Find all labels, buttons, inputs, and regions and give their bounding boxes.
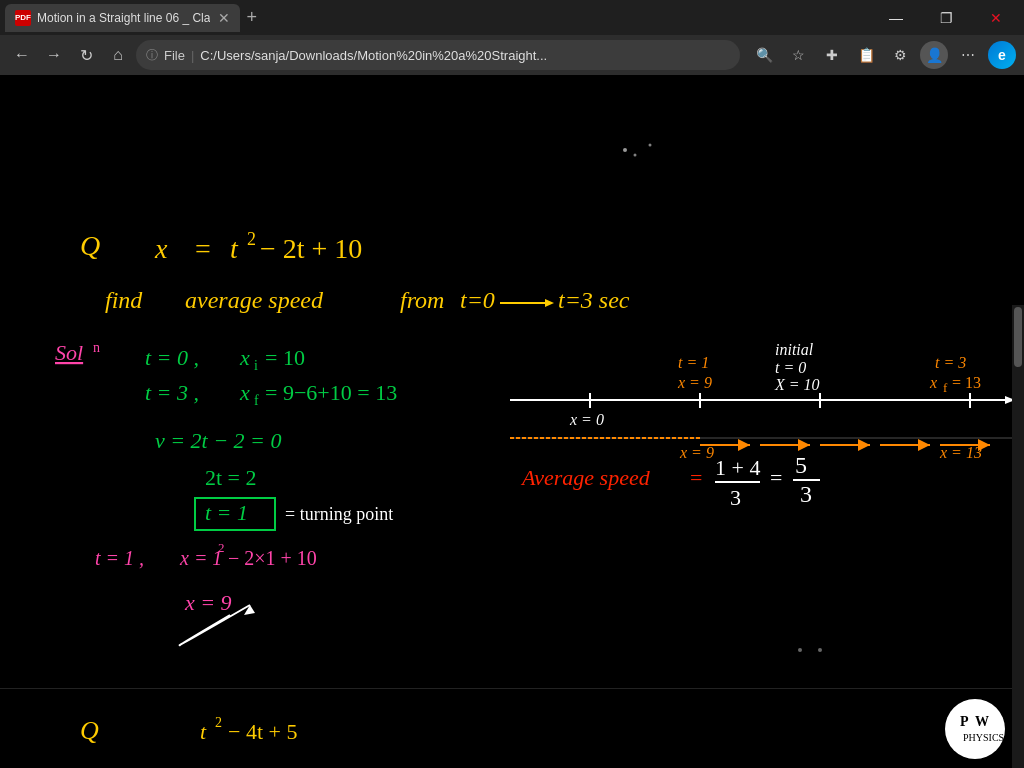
collections-icon[interactable]: ✚: [818, 41, 846, 69]
svg-point-2: [649, 144, 652, 147]
svg-text:f: f: [943, 380, 948, 395]
svg-text:3: 3: [730, 485, 741, 510]
refresh-button[interactable]: ↻: [72, 41, 100, 69]
close-button[interactable]: ✕: [973, 4, 1019, 32]
svg-text:Q: Q: [80, 716, 99, 745]
svg-text:= 10: = 10: [265, 345, 305, 370]
profile-icon[interactable]: 📋: [852, 41, 880, 69]
svg-text:2t = 2: 2t = 2: [205, 465, 257, 490]
file-label: File: [164, 48, 185, 63]
svg-text:2: 2: [215, 715, 222, 730]
back-button[interactable]: ←: [8, 41, 36, 69]
svg-text:= 13: = 13: [952, 374, 981, 391]
svg-text:t: t: [200, 719, 207, 744]
svg-text:t = 1: t = 1: [205, 500, 248, 525]
avatar[interactable]: 👤: [920, 41, 948, 69]
svg-text:i: i: [254, 358, 258, 373]
nav-icons: 🔍 ☆ ✚ 📋 ⚙ 👤 ⋯ e: [750, 41, 1016, 69]
svg-text:Average speed: Average speed: [520, 465, 651, 490]
scrollbar-thumb[interactable]: [1014, 307, 1022, 367]
svg-text:f: f: [254, 393, 259, 408]
question-label: Q: [80, 230, 100, 261]
svg-text:n: n: [93, 340, 100, 355]
svg-text:P: P: [960, 714, 969, 729]
active-tab[interactable]: PDF Motion in a Straight line 06 _ Cla ✕: [5, 4, 240, 32]
svg-point-72: [945, 699, 1005, 759]
tab-bar: PDF Motion in a Straight line 06 _ Cla ✕…: [0, 0, 1024, 35]
svg-point-70: [798, 648, 802, 652]
search-icon[interactable]: 🔍: [750, 41, 778, 69]
svg-text:− 2×1 + 10: − 2×1 + 10: [228, 547, 317, 569]
edge-icon[interactable]: e: [988, 41, 1016, 69]
svg-text:x: x: [239, 380, 250, 405]
separator: |: [191, 48, 194, 63]
svg-text:= 9−6+10 = 13: = 9−6+10 = 13: [265, 380, 397, 405]
content-area: Q x = t 2 − 2t + 10 find average speed f…: [0, 75, 1024, 768]
svg-text:x = 13: x = 13: [939, 444, 982, 461]
svg-text:t = 1 ,: t = 1 ,: [95, 547, 144, 569]
extensions-icon[interactable]: ⚙: [886, 41, 914, 69]
svg-text:− 2t + 10: − 2t + 10: [260, 233, 362, 264]
slide-area: Q x = t 2 − 2t + 10 find average speed f…: [0, 190, 1024, 768]
svg-point-0: [623, 148, 627, 152]
svg-text:find: find: [105, 287, 143, 313]
svg-text:x: x: [154, 233, 168, 264]
svg-text:1 + 4: 1 + 4: [715, 455, 760, 480]
info-icon: ⓘ: [146, 47, 158, 64]
svg-text:average speed: average speed: [185, 287, 324, 313]
svg-text:x = 9: x = 9: [677, 374, 712, 391]
svg-text:x: x: [239, 345, 250, 370]
svg-point-71: [818, 648, 822, 652]
svg-text:2: 2: [218, 540, 225, 555]
new-tab-button[interactable]: +: [246, 7, 257, 28]
svg-text:X = 10: X = 10: [774, 376, 820, 393]
svg-text:=: =: [770, 465, 782, 490]
svg-text:t=3 sec: t=3 sec: [558, 287, 630, 313]
address-bar[interactable]: ⓘ File | C:/Users/sanja/Downloads/Motion…: [136, 40, 740, 70]
maximize-button[interactable]: ❐: [923, 4, 969, 32]
svg-text:x = 9: x = 9: [679, 444, 714, 461]
svg-text:− 4t + 5: − 4t + 5: [228, 719, 297, 744]
svg-text:t = 0 ,: t = 0 ,: [145, 345, 199, 370]
svg-text:=: =: [690, 465, 702, 490]
menu-icon[interactable]: ⋯: [954, 41, 982, 69]
top-strip: [0, 75, 1024, 190]
svg-text:x = 0: x = 0: [569, 411, 604, 428]
svg-text:t = 1: t = 1: [678, 354, 709, 371]
svg-text:x = 9: x = 9: [184, 590, 232, 615]
svg-text:t = 3 ,: t = 3 ,: [145, 380, 199, 405]
svg-text:2: 2: [247, 229, 256, 249]
window-controls: — ❐ ✕: [873, 4, 1019, 32]
tab-favicon: PDF: [15, 10, 31, 26]
svg-text:PHYSICS: PHYSICS: [963, 732, 1004, 743]
svg-text:5: 5: [795, 452, 807, 478]
svg-text:v = 2t − 2 = 0: v = 2t − 2 = 0: [155, 428, 281, 453]
svg-text:t: t: [230, 233, 239, 264]
svg-text:from: from: [400, 287, 444, 313]
tab-title: Motion in a Straight line 06 _ Cla: [37, 11, 210, 25]
svg-text:Sol: Sol: [55, 340, 83, 365]
home-button[interactable]: ⌂: [104, 41, 132, 69]
svg-text:x: x: [929, 374, 937, 391]
tab-close-button[interactable]: ✕: [218, 10, 230, 26]
svg-text:=: =: [195, 233, 211, 264]
svg-point-1: [634, 154, 637, 157]
svg-text:initial: initial: [775, 341, 814, 358]
svg-text:t = 0: t = 0: [775, 359, 806, 376]
svg-text:x = 1: x = 1: [179, 547, 222, 569]
svg-text:W: W: [975, 714, 989, 729]
svg-text:= turning point: = turning point: [285, 504, 393, 524]
bottom-strip: P W PHYSICS Q t 2 − 4t + 5: [0, 688, 1024, 768]
svg-text:t = 3: t = 3: [935, 354, 966, 371]
svg-text:3: 3: [800, 481, 812, 507]
svg-marker-13: [545, 299, 554, 307]
forward-button[interactable]: →: [40, 41, 68, 69]
address-text: C:/Users/sanja/Downloads/Motion%20in%20a…: [200, 48, 730, 63]
svg-text:t=0: t=0: [460, 287, 495, 313]
scrollbar[interactable]: [1012, 305, 1024, 768]
nav-bar: ← → ↻ ⌂ ⓘ File | C:/Users/sanja/Download…: [0, 35, 1024, 75]
favorites-icon[interactable]: ☆: [784, 41, 812, 69]
browser-chrome: PDF Motion in a Straight line 06 _ Cla ✕…: [0, 0, 1024, 75]
minimize-button[interactable]: —: [873, 4, 919, 32]
